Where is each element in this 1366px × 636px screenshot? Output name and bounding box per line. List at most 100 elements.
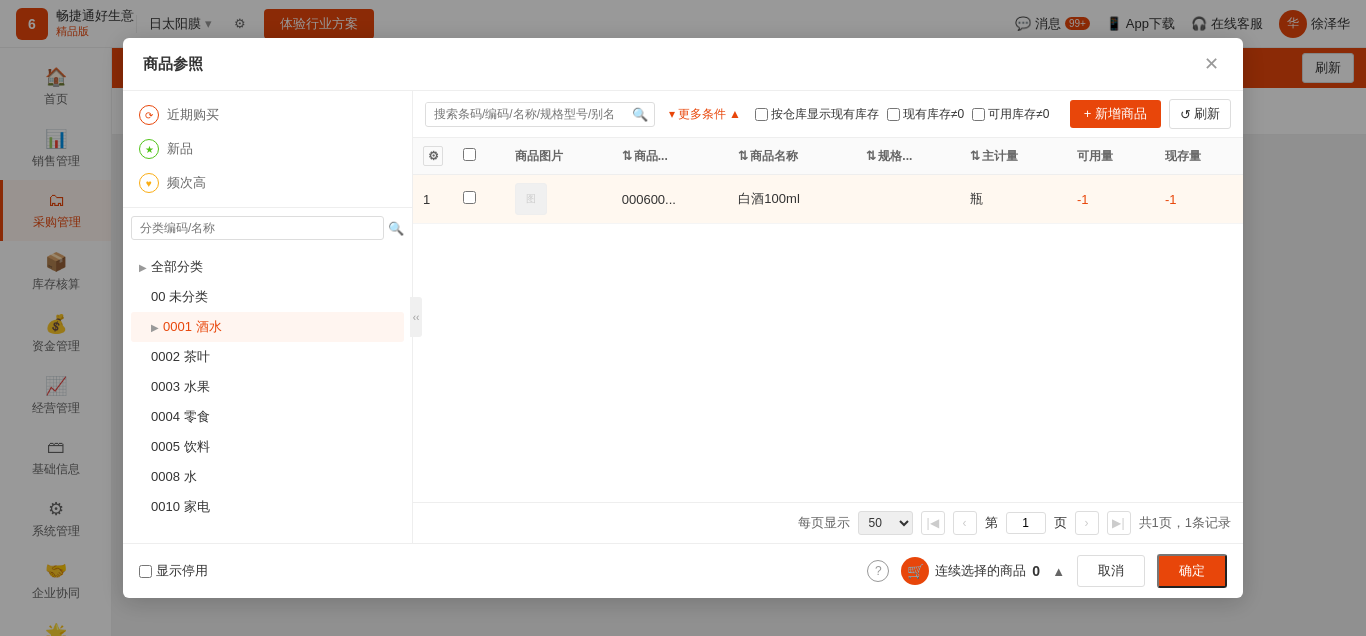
footer-collapse-button[interactable]: ▲ [1052,564,1065,579]
sort-icon-unit: ⇅ [970,149,980,163]
product-search-input[interactable] [426,103,626,125]
add-product-button[interactable]: + 新增商品 [1070,100,1161,128]
th-checkbox [453,138,505,175]
freq-icon: ♥ [139,173,159,193]
sort-icon-spec: ⇅ [866,149,876,163]
cat-item-0002[interactable]: 0002 茶叶 [131,342,404,372]
th-settings: ⚙ [413,138,453,175]
th-image: 商品图片 [505,138,612,175]
modal-overlay: 商品参照 ✕ ⟳ 近期购买 ★ 新品 ♥ 频次高 [0,0,1366,636]
td-image: 图 [505,175,612,224]
th-name-sort[interactable]: ⇅ 商品名称 [738,148,846,165]
filter-icon: ▾ [669,107,675,121]
th-stock-sort[interactable]: 现存量 [1165,148,1233,165]
cat-item-00[interactable]: 00 未分类 [131,282,404,312]
cat-item-0003[interactable]: 0003 水果 [131,372,404,402]
th-code-sort[interactable]: ⇅ 商品... [622,148,719,165]
td-name: 白酒100ml [728,175,856,224]
select-all-checkbox[interactable] [463,148,476,161]
left-nav-freq[interactable]: ♥ 频次高 [131,167,404,199]
modal: 商品参照 ✕ ⟳ 近期购买 ★ 新品 ♥ 频次高 [123,38,1243,598]
warehouse-stock-checkbox[interactable] [755,108,768,121]
checkbox-available-stock[interactable]: 可用库存≠0 [972,106,1049,123]
page-label: 第 [985,514,998,532]
cat-item-0005[interactable]: 0005 饮料 [131,432,404,462]
td-unit: 瓶 [960,175,1067,224]
cat-search-icon[interactable]: 🔍 [388,221,404,236]
confirm-button[interactable]: 确定 [1157,554,1227,588]
category-search: 🔍 [123,207,412,248]
cancel-button[interactable]: 取消 [1077,555,1145,587]
left-nav: ⟳ 近期购买 ★ 新品 ♥ 频次高 [123,91,412,207]
th-stock: 现存量 [1155,138,1243,175]
left-nav-new[interactable]: ★ 新品 [131,133,404,165]
th-spec-sort[interactable]: ⇅ 规格... [866,148,950,165]
panel-collapse-button[interactable]: ‹‹ [410,297,422,337]
td-spec [856,175,960,224]
show-disabled-checkbox[interactable] [139,565,152,578]
refresh-icon: ↺ [1180,107,1191,122]
first-page-button[interactable]: |◀ [921,511,945,535]
modal-left-panel: ⟳ 近期购买 ★ 新品 ♥ 频次高 ‹‹ 🔍 [123,91,413,543]
pagination-bar: 每页显示 50 10 20 100 |◀ ‹ 第 页 › ▶| 共1页，1条记录 [413,502,1243,543]
show-disabled-checkbox-wrap[interactable]: 显示停用 [139,562,208,580]
prev-page-button[interactable]: ‹ [953,511,977,535]
checkbox-warehouse-stock[interactable]: 按仓库显示现有库存 [755,106,879,123]
modal-body: ⟳ 近期购买 ★ 新品 ♥ 频次高 ‹‹ 🔍 [123,91,1243,543]
sort-icon-name: ⇅ [738,149,748,163]
cat-search-input[interactable] [131,216,384,240]
table-row[interactable]: 1 图 000600... 白酒100ml 瓶 -1 -1 [413,175,1243,224]
search-icon[interactable]: 🔍 [626,103,654,126]
cat-item-0008[interactable]: 0008 水 [131,462,404,492]
cart-area[interactable]: 🛒 连续选择的商品 0 [901,557,1040,585]
checkbox-current-stock[interactable]: 现有库存≠0 [887,106,964,123]
per-page-label: 每页显示 [798,514,850,532]
per-page-select[interactable]: 50 10 20 100 [858,511,913,535]
column-settings-icon[interactable]: ⚙ [423,146,443,166]
recent-icon: ⟳ [139,105,159,125]
cat-item-0001[interactable]: ▶ 0001 酒水 [131,312,404,342]
filter-more-button[interactable]: ▾ 更多条件 ▲ [663,102,747,127]
sort-icon-code: ⇅ [622,149,632,163]
th-unit-sort[interactable]: ⇅ 主计量 [970,148,1057,165]
td-code: 000600... [612,175,729,224]
row-checkbox[interactable] [463,191,476,204]
current-stock-checkbox[interactable] [887,108,900,121]
modal-right-panel: 🔍 ▾ 更多条件 ▲ 按仓库显示现有库存 现有库存≠0 [413,91,1243,543]
product-table-wrap: ⚙ 商品图片 ⇅ [413,138,1243,502]
last-page-button[interactable]: ▶| [1107,511,1131,535]
modal-title: 商品参照 [143,55,203,74]
modal-footer: 显示停用 ? 🛒 连续选择的商品 0 ▲ 取消 确定 [123,543,1243,598]
category-list: ▶ 全部分类 00 未分类 ▶ 0001 酒水 0002 茶叶 0003 水果 [123,248,412,543]
modal-toolbar: 🔍 ▾ 更多条件 ▲ 按仓库显示现有库存 现有库存≠0 [413,91,1243,138]
next-page-button[interactable]: › [1075,511,1099,535]
modal-close-button[interactable]: ✕ [1199,52,1223,76]
left-nav-recent[interactable]: ⟳ 近期购买 [131,99,404,131]
cart-label: 连续选择的商品 [935,562,1026,580]
table-refresh-button[interactable]: ↺ 刷新 [1169,99,1231,129]
filter-arrow-icon: ▲ [729,107,741,121]
cart-icon: 🛒 [901,557,929,585]
product-table: ⚙ 商品图片 ⇅ [413,138,1243,224]
available-stock-checkbox[interactable] [972,108,985,121]
cat-item-0010[interactable]: 0010 家电 [131,492,404,522]
new-icon: ★ [139,139,159,159]
cat-item-all[interactable]: ▶ 全部分类 [131,252,404,282]
page-label-end: 页 [1054,514,1067,532]
td-checkbox [453,175,505,224]
page-total: 共1页，1条记录 [1139,514,1231,532]
th-available-sort[interactable]: 可用量 [1077,148,1145,165]
product-thumbnail: 图 [515,183,547,215]
th-image-sort[interactable]: 商品图片 [515,148,602,165]
th-available: 可用量 [1067,138,1155,175]
help-icon[interactable]: ? [867,560,889,582]
page-input[interactable] [1006,512,1046,534]
th-spec: ⇅ 规格... [856,138,960,175]
footer-right: ? 🛒 连续选择的商品 0 ▲ 取消 确定 [867,554,1227,588]
product-search-bar: 🔍 [425,102,655,127]
cat-arrow-icon: ▶ [139,262,147,273]
th-unit: ⇅ 主计量 [960,138,1067,175]
cart-count: 0 [1032,563,1040,579]
cat-arrow-0001-icon: ▶ [151,322,159,333]
cat-item-0004[interactable]: 0004 零食 [131,402,404,432]
